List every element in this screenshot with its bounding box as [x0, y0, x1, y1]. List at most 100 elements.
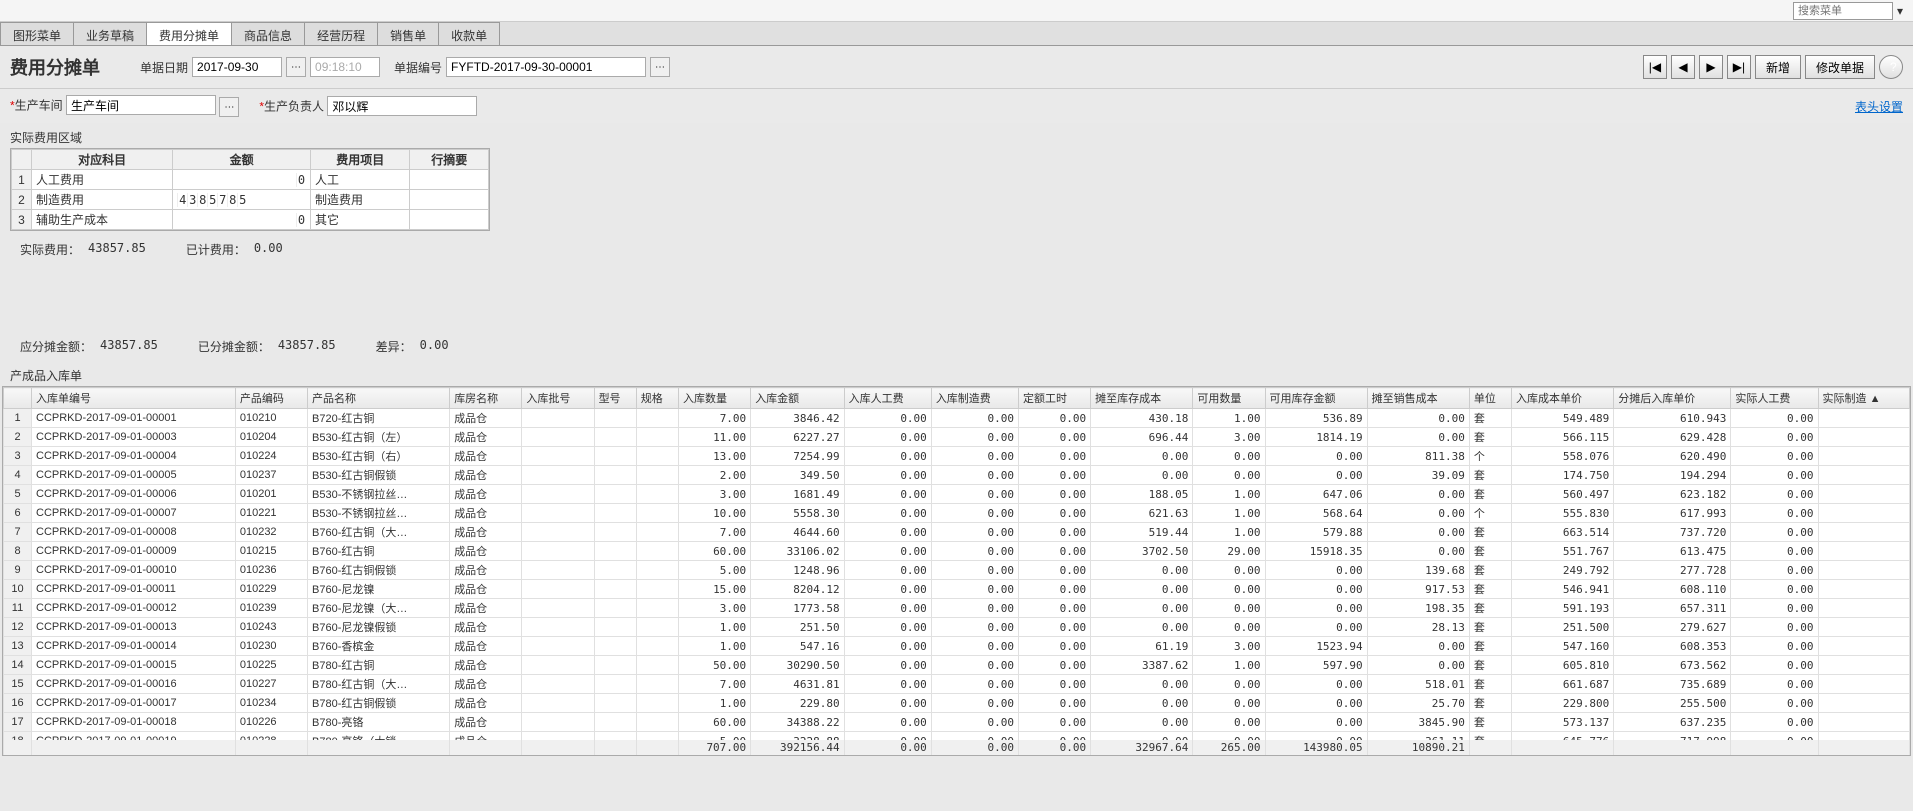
- cell[interactable]: 3: [4, 447, 32, 466]
- cell[interactable]: 5.00: [679, 561, 751, 580]
- cell[interactable]: 15.00: [679, 580, 751, 599]
- cell[interactable]: 0.00: [1018, 618, 1090, 637]
- cell[interactable]: 3.00: [1193, 637, 1265, 656]
- cell[interactable]: 010239: [235, 599, 307, 618]
- cell[interactable]: CCPRKD-2017-09-01-00003: [32, 428, 236, 447]
- cell[interactable]: [594, 561, 636, 580]
- cell[interactable]: 套: [1469, 694, 1511, 713]
- cell[interactable]: 0.00: [1367, 656, 1469, 675]
- cell[interactable]: 0.00: [1193, 599, 1265, 618]
- cell[interactable]: 3.00: [679, 599, 751, 618]
- cell[interactable]: 0.00: [844, 618, 931, 637]
- cell[interactable]: 17: [4, 713, 32, 732]
- col-header[interactable]: 产品编码: [235, 388, 307, 409]
- cell[interactable]: 3845.90: [1367, 713, 1469, 732]
- cell[interactable]: 4: [4, 466, 32, 485]
- cell[interactable]: 个: [1469, 447, 1511, 466]
- cell[interactable]: 579.88: [1265, 523, 1367, 542]
- cell[interactable]: 0.00: [844, 713, 931, 732]
- cell[interactable]: [636, 637, 678, 656]
- cell[interactable]: 0.00: [931, 580, 1018, 599]
- workshop-lookup-button[interactable]: ⋯: [219, 97, 239, 117]
- cell[interactable]: 566.115: [1512, 428, 1614, 447]
- cell[interactable]: 0.00: [931, 466, 1018, 485]
- col-header[interactable]: 实际人工费: [1731, 388, 1818, 409]
- cell[interactable]: 735.689: [1614, 675, 1731, 694]
- cell[interactable]: [522, 504, 594, 523]
- cell[interactable]: 16: [4, 694, 32, 713]
- cell[interactable]: 010227: [235, 675, 307, 694]
- cell[interactable]: [522, 428, 594, 447]
- cell[interactable]: 0.00: [1018, 466, 1090, 485]
- cell[interactable]: [1818, 618, 1909, 637]
- cell[interactable]: CCPRKD-2017-09-01-00008: [32, 523, 236, 542]
- col-header[interactable]: 定额工时: [1018, 388, 1090, 409]
- cell[interactable]: [522, 485, 594, 504]
- cell[interactable]: [1818, 656, 1909, 675]
- cell[interactable]: 917.53: [1367, 580, 1469, 599]
- exp-subject[interactable]: 制造费用: [32, 190, 173, 210]
- cell[interactable]: 0.00: [1367, 637, 1469, 656]
- cell[interactable]: 0.00: [931, 656, 1018, 675]
- cell[interactable]: 0.00: [844, 409, 931, 428]
- tab-4[interactable]: 经营历程: [304, 22, 378, 45]
- cell[interactable]: 0.00: [1193, 618, 1265, 637]
- col-header[interactable]: 入库金额: [751, 388, 844, 409]
- manager-input[interactable]: [327, 96, 477, 116]
- cell[interactable]: 010243: [235, 618, 307, 637]
- cell[interactable]: 0.00: [1018, 485, 1090, 504]
- cell[interactable]: 0.00: [1091, 694, 1193, 713]
- cell[interactable]: [636, 523, 678, 542]
- cell[interactable]: [594, 428, 636, 447]
- cell[interactable]: 0.00: [931, 523, 1018, 542]
- cell[interactable]: 3.00: [1193, 428, 1265, 447]
- cell[interactable]: 成品仓: [450, 656, 522, 675]
- cell[interactable]: 0.00: [1731, 599, 1818, 618]
- exp-note[interactable]: [410, 190, 489, 210]
- cell[interactable]: 0.00: [1731, 694, 1818, 713]
- cell[interactable]: 0.00: [931, 428, 1018, 447]
- cell[interactable]: 1.00: [1193, 485, 1265, 504]
- cell[interactable]: [636, 485, 678, 504]
- cell[interactable]: 3846.42: [751, 409, 844, 428]
- cell[interactable]: 0.00: [844, 694, 931, 713]
- cell[interactable]: 0.00: [931, 713, 1018, 732]
- cell[interactable]: 3.00: [679, 485, 751, 504]
- cell[interactable]: CCPRKD-2017-09-01-00005: [32, 466, 236, 485]
- cell[interactable]: 0.00: [931, 485, 1018, 504]
- cell[interactable]: [522, 447, 594, 466]
- cell[interactable]: 010204: [235, 428, 307, 447]
- cell[interactable]: 010225: [235, 656, 307, 675]
- col-header[interactable]: 入库人工费: [844, 388, 931, 409]
- cell[interactable]: 0.00: [931, 542, 1018, 561]
- cell[interactable]: 1.00: [1193, 409, 1265, 428]
- cell[interactable]: 0.00: [1731, 542, 1818, 561]
- cell[interactable]: 608.353: [1614, 637, 1731, 656]
- cell[interactable]: 50.00: [679, 656, 751, 675]
- cell[interactable]: CCPRKD-2017-09-01-00007: [32, 504, 236, 523]
- cell[interactable]: 0.00: [844, 466, 931, 485]
- cell[interactable]: 647.06: [1265, 485, 1367, 504]
- docno-lookup-button[interactable]: ⋯: [650, 57, 670, 77]
- cell[interactable]: B780-红古铜假锁: [308, 694, 450, 713]
- date-input[interactable]: [192, 57, 282, 77]
- cell[interactable]: 0.00: [1018, 542, 1090, 561]
- edit-button[interactable]: 修改单据: [1805, 55, 1875, 79]
- cell[interactable]: 成品仓: [450, 675, 522, 694]
- date-picker-button[interactable]: ⋯: [286, 57, 306, 77]
- cell[interactable]: 10: [4, 580, 32, 599]
- col-header[interactable]: 实际制造 ▲: [1818, 388, 1909, 409]
- cell[interactable]: 0.00: [931, 409, 1018, 428]
- cell[interactable]: 568.64: [1265, 504, 1367, 523]
- cell[interactable]: 0.00: [1091, 447, 1193, 466]
- cell[interactable]: 0.00: [931, 637, 1018, 656]
- cell[interactable]: 61.19: [1091, 637, 1193, 656]
- cell[interactable]: 519.44: [1091, 523, 1193, 542]
- cell[interactable]: 34388.22: [751, 713, 844, 732]
- cell[interactable]: 0.00: [1731, 618, 1818, 637]
- cell[interactable]: 0.00: [1731, 656, 1818, 675]
- cell[interactable]: 1: [4, 409, 32, 428]
- cell[interactable]: [636, 580, 678, 599]
- search-dropdown-icon[interactable]: ▾: [1897, 4, 1903, 18]
- next-record-button[interactable]: ▶: [1699, 55, 1723, 79]
